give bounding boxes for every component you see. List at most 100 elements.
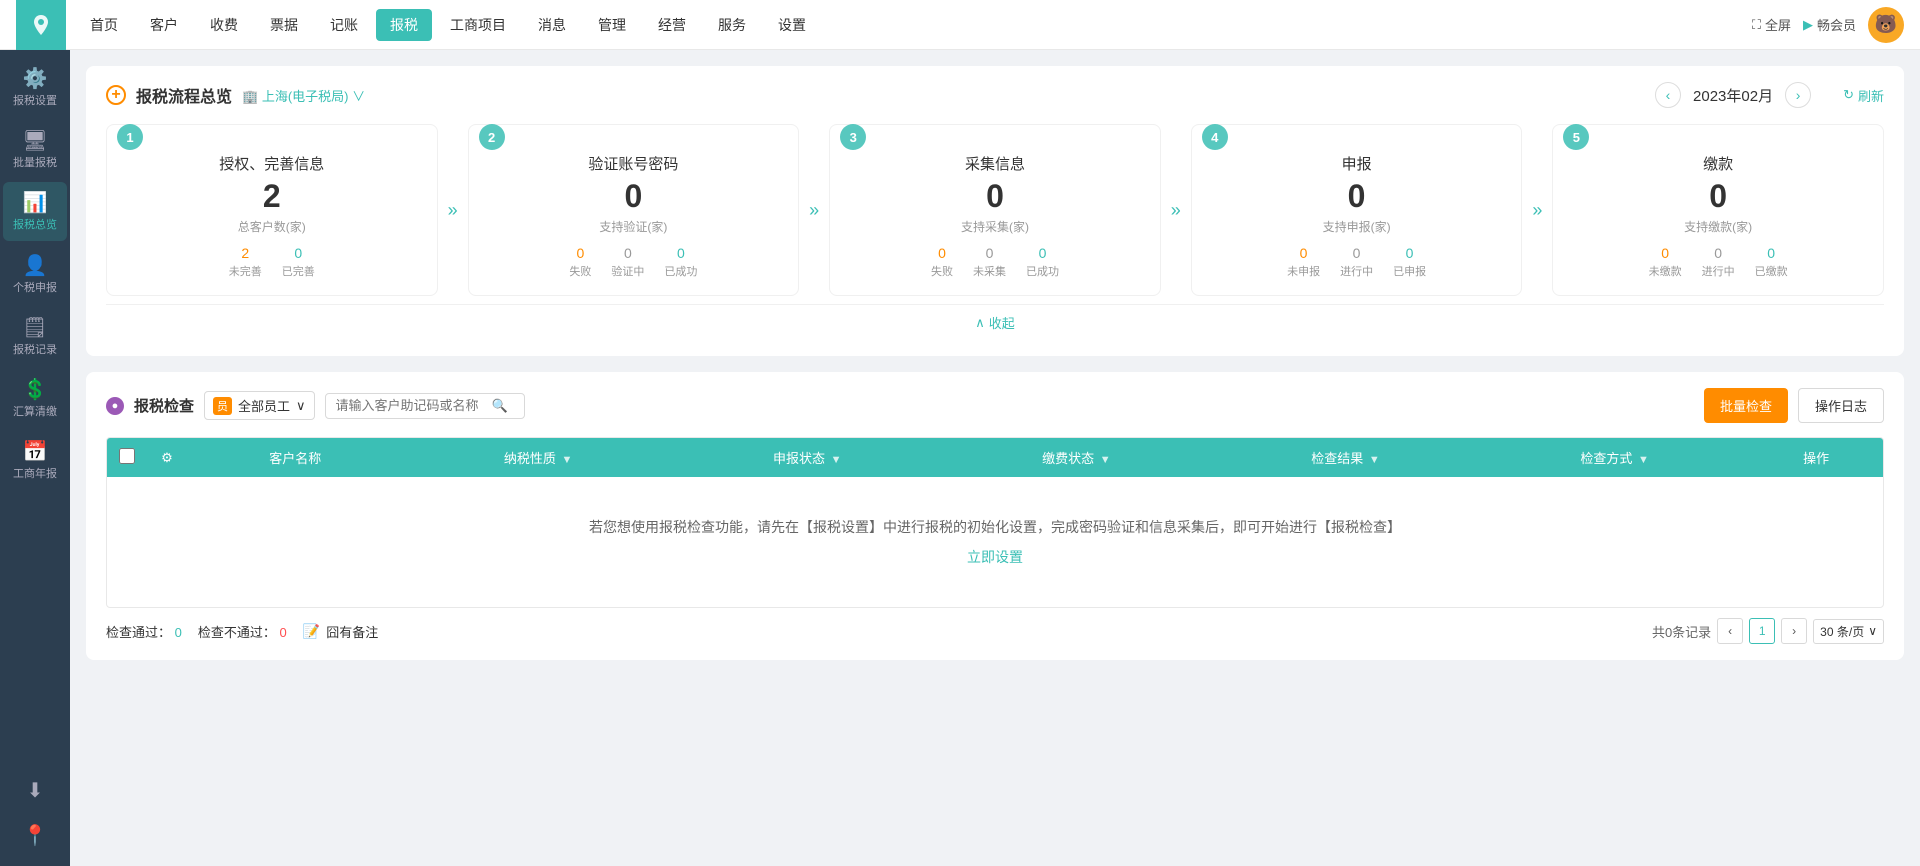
fullscreen-btn[interactable]: ⛶ 全屏 bbox=[1752, 15, 1791, 34]
prev-page-btn[interactable]: ‹ bbox=[1717, 618, 1743, 644]
arrow-2-3: » bbox=[799, 124, 829, 296]
step-5-sub-2-num: 0 bbox=[1767, 245, 1775, 261]
prev-month-btn[interactable]: ‹ bbox=[1655, 82, 1681, 108]
sidebar-bottom: ⬇ 📍 bbox=[3, 770, 67, 866]
collapse-arrow-icon: ∧ bbox=[975, 315, 985, 331]
sidebar-item-settlement[interactable]: 💲 汇算清缴 bbox=[3, 369, 67, 427]
step-3-card: 3 采集信息 0 支持采集(家) 0 失败 0 未采集 0 已成功 bbox=[829, 124, 1161, 296]
step-5-main-label: 支持缴款(家) bbox=[1684, 218, 1752, 235]
fail-label: 检查不通过： bbox=[198, 625, 276, 640]
nav-items: 首页 客户 收费 票据 记账 报税 工商项目 消息 管理 经营 服务 设置 bbox=[76, 9, 1752, 41]
fail-count[interactable]: 0 bbox=[280, 625, 287, 640]
step-3-sub-0: 0 失败 bbox=[931, 245, 953, 279]
nav-message[interactable]: 消息 bbox=[524, 9, 580, 41]
step-5-main-num: 0 bbox=[1709, 180, 1727, 212]
avatar[interactable]: 🐻 bbox=[1868, 7, 1904, 43]
nav-service[interactable]: 服务 bbox=[704, 9, 760, 41]
step-4-main-label: 支持申报(家) bbox=[1323, 218, 1391, 235]
select-all-checkbox[interactable] bbox=[119, 448, 135, 464]
next-month-btn[interactable]: › bbox=[1785, 82, 1811, 108]
sidebar-item-tax-overview[interactable]: 📊 报税总览 bbox=[3, 182, 67, 240]
batch-check-btn[interactable]: 批量检查 bbox=[1704, 388, 1788, 423]
declare-status-filter-icon[interactable]: ▼ bbox=[831, 454, 842, 466]
step-2-sub-0-label: 失败 bbox=[569, 263, 591, 279]
table-footer: 检查通过： 0 检查不通过： 0 📝 囧有备注 共0条记录 ‹ 1 › 30 条… bbox=[106, 608, 1884, 644]
refresh-icon: ↻ bbox=[1843, 87, 1854, 103]
main-content: + 报税流程总览 🏢 上海(电子税局) ∨ ‹ 2023年02月 › ↻ 刷新 … bbox=[70, 50, 1920, 866]
sidebar-item-tax-settings[interactable]: ⚙️ 报税设置 bbox=[3, 58, 67, 116]
location-selector[interactable]: 🏢 上海(电子税局) ∨ bbox=[242, 86, 365, 105]
per-page-selector[interactable]: 30 条/页 ∨ bbox=[1813, 619, 1884, 644]
nav-fee[interactable]: 收费 bbox=[196, 9, 252, 41]
sidebar-item-personal-declare[interactable]: 👤 个税申报 bbox=[3, 245, 67, 303]
member-btn[interactable]: ▶ 畅会员 bbox=[1803, 15, 1856, 34]
settings-gear-icon[interactable]: ⚙ bbox=[161, 450, 173, 465]
th-checkbox bbox=[107, 438, 147, 477]
overview-header: + 报税流程总览 🏢 上海(电子税局) ∨ ‹ 2023年02月 › ↻ 刷新 bbox=[106, 82, 1884, 108]
refresh-btn[interactable]: ↻ 刷新 bbox=[1843, 86, 1884, 105]
total-records: 共0条记录 bbox=[1652, 622, 1711, 641]
nav-client[interactable]: 客户 bbox=[136, 9, 192, 41]
pass-stat: 检查通过： 0 bbox=[106, 622, 182, 641]
sidebar-item-annual-report[interactable]: 📅 工商年报 bbox=[3, 431, 67, 489]
search-input[interactable] bbox=[336, 398, 486, 413]
step-1-title: 授权、完善信息 bbox=[219, 153, 324, 174]
search-icon[interactable]: 🔍 bbox=[492, 398, 508, 414]
step-4-sub-1: 0 进行中 bbox=[1340, 245, 1373, 279]
step-3-main-num: 0 bbox=[986, 180, 1004, 212]
next-page-btn[interactable]: › bbox=[1781, 618, 1807, 644]
employee-selector[interactable]: 员 全部员工 ∨ bbox=[204, 391, 315, 420]
sidebar-item-batch-tax[interactable]: 🖥 批量报税 bbox=[3, 120, 67, 178]
check-method-filter-icon[interactable]: ▼ bbox=[1638, 454, 1649, 466]
nav-business[interactable]: 工商项目 bbox=[436, 9, 520, 41]
check-header: ● 报税检查 员 全部员工 ∨ 🔍 批量检查 操作日志 bbox=[106, 388, 1884, 423]
per-page-label: 30 条/页 bbox=[1820, 623, 1864, 640]
per-page-dropdown-icon: ∨ bbox=[1868, 624, 1877, 638]
fullscreen-icon: ⛶ bbox=[1752, 17, 1761, 33]
batch-tax-icon: 🖥 bbox=[22, 128, 47, 153]
check-result-filter-icon[interactable]: ▼ bbox=[1369, 454, 1380, 466]
sidebar-item-tax-record[interactable]: 🗒 报税记录 bbox=[3, 307, 67, 365]
sidebar-item-download[interactable]: ⬇ bbox=[3, 770, 67, 811]
nav-tax[interactable]: 报税 bbox=[376, 9, 432, 41]
nav-settings[interactable]: 设置 bbox=[764, 9, 820, 41]
step-5-sub-2-label: 已缴款 bbox=[1755, 263, 1788, 279]
step-2-sub-2: 0 已成功 bbox=[664, 245, 697, 279]
nav-accounting[interactable]: 记账 bbox=[316, 9, 372, 41]
step-1-sub-1-label: 已完善 bbox=[282, 263, 315, 279]
add-overview-icon[interactable]: + bbox=[106, 85, 126, 105]
data-table: ⚙ 客户名称 纳税性质 ▼ 申报状态 ▼ bbox=[107, 438, 1883, 477]
empty-state: 若您想使用报税检查功能，请先在【报税设置】中进行报税的初始化设置，完成密码验证和… bbox=[107, 477, 1883, 607]
empty-message: 若您想使用报税检查功能，请先在【报税设置】中进行报税的初始化设置，完成密码验证和… bbox=[589, 519, 1401, 535]
nav-management[interactable]: 管理 bbox=[584, 9, 640, 41]
step-3-sub-2-label: 已成功 bbox=[1026, 263, 1059, 279]
nav-invoice[interactable]: 票据 bbox=[256, 9, 312, 41]
step-1-sub-1: 0 已完善 bbox=[282, 245, 315, 279]
th-check-result: 检查结果 ▼ bbox=[1211, 438, 1480, 477]
check-title: 报税检查 bbox=[134, 395, 194, 416]
step-3-title: 采集信息 bbox=[965, 153, 1025, 174]
check-actions: 批量检查 操作日志 bbox=[1704, 388, 1884, 423]
location-label: 上海(电子税局) bbox=[262, 89, 349, 104]
setup-link[interactable]: 立即设置 bbox=[127, 547, 1863, 567]
nav-right: ⛶ 全屏 ▶ 畅会员 🐻 bbox=[1752, 7, 1904, 43]
step-2-card: 2 验证账号密码 0 支持验证(家) 0 失败 0 验证中 0 已成功 bbox=[468, 124, 800, 296]
nav-home[interactable]: 首页 bbox=[76, 9, 132, 41]
sidebar-item-label-batch-tax: 批量报税 bbox=[13, 157, 57, 170]
table-body-area: 若您想使用报税检查功能，请先在【报税设置】中进行报税的初始化设置，完成密码验证和… bbox=[107, 477, 1883, 607]
payment-status-filter-icon[interactable]: ▼ bbox=[1100, 454, 1111, 466]
pass-count[interactable]: 0 bbox=[175, 625, 182, 640]
sidebar-item-label-annual: 工商年报 bbox=[13, 468, 57, 481]
step-1-sub-1-num: 0 bbox=[294, 245, 302, 261]
nav-operation[interactable]: 经营 bbox=[644, 9, 700, 41]
collapse-bar[interactable]: ∧ 收起 bbox=[106, 304, 1884, 340]
tax-nature-filter-icon[interactable]: ▼ bbox=[561, 454, 572, 466]
operation-log-btn[interactable]: 操作日志 bbox=[1798, 388, 1884, 423]
step-4-sub-0-num: 0 bbox=[1300, 245, 1308, 261]
step-4-sub-1-label: 进行中 bbox=[1340, 263, 1373, 279]
step-2-sub-1-num: 0 bbox=[624, 245, 632, 261]
sidebar-item-location[interactable]: 📍 bbox=[3, 815, 67, 856]
step-2-sub-2-num: 0 bbox=[677, 245, 685, 261]
step-5-sub-1-num: 0 bbox=[1714, 245, 1722, 261]
step-4-number: 4 bbox=[1202, 124, 1228, 150]
